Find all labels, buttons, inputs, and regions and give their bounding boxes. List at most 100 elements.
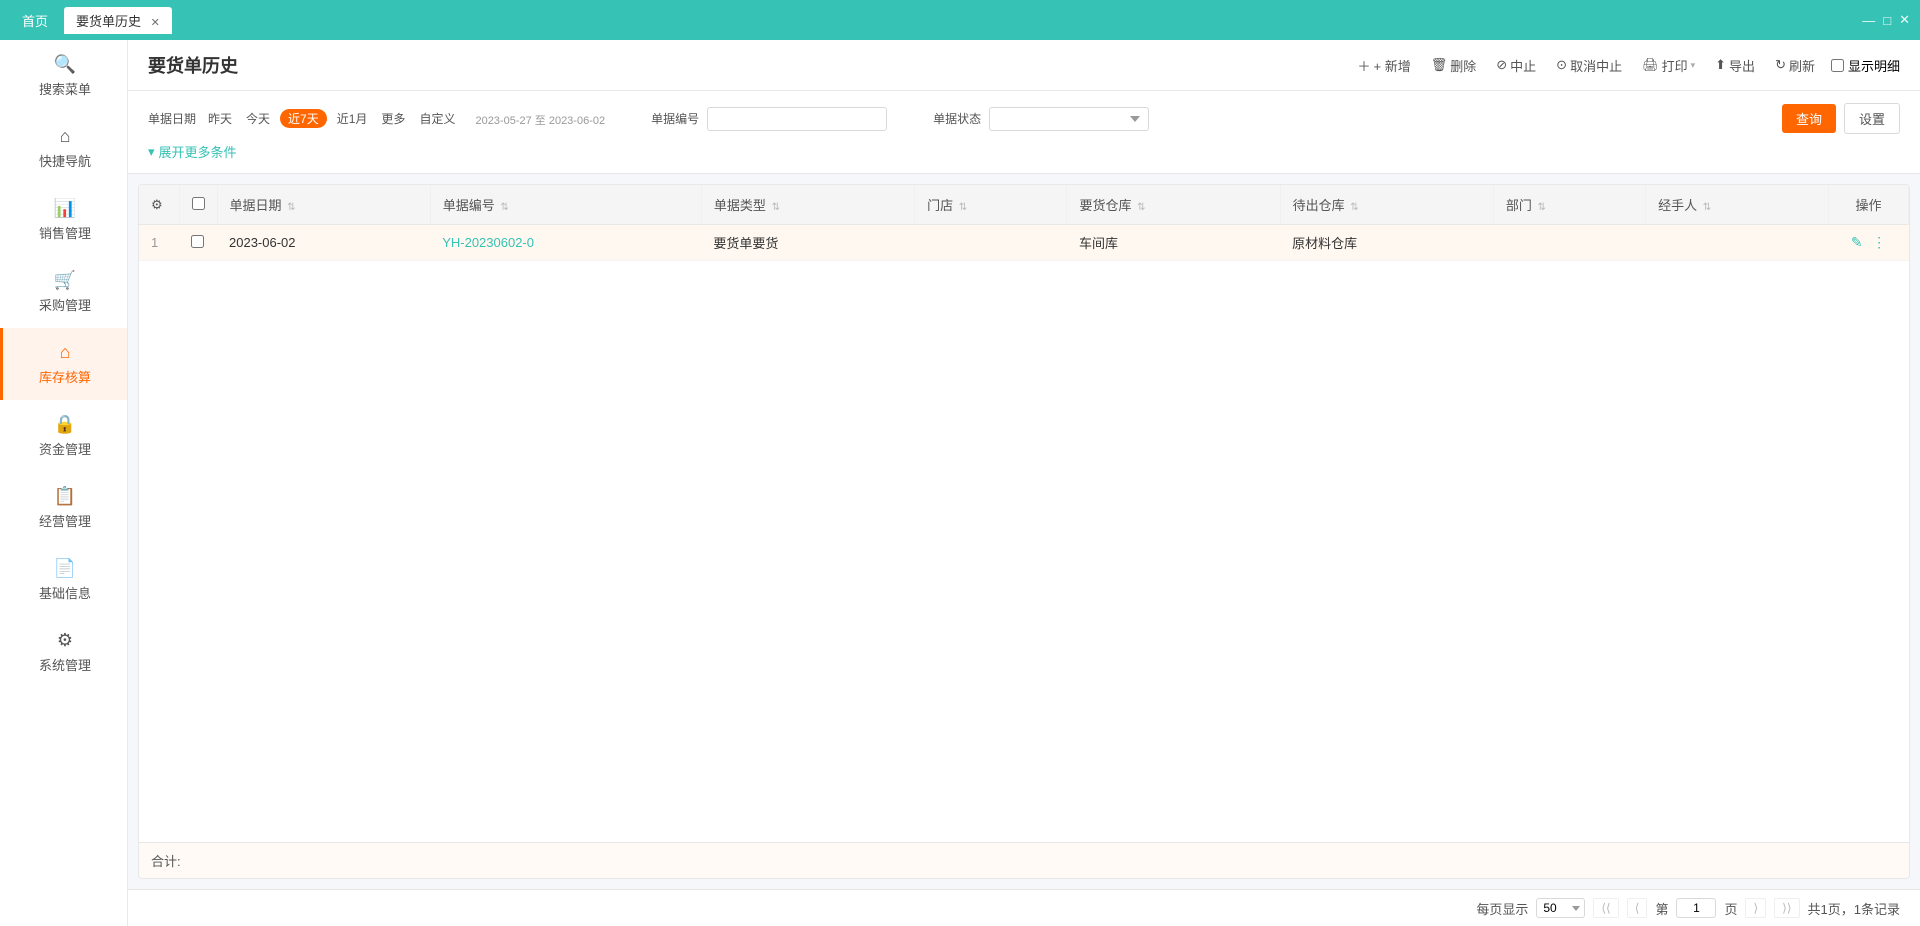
print-button[interactable]: 🖨 打印 ▾ — [1638, 54, 1699, 77]
date-btn-yesterday[interactable]: 昨天 — [204, 109, 236, 128]
status-filter-select[interactable] — [989, 107, 1149, 131]
row-docno-link[interactable]: YH-20230602-0 — [442, 235, 534, 250]
checkbox-col-header[interactable] — [179, 185, 217, 225]
sidebar-item-ops-mgmt[interactable]: 📋 经营管理 — [0, 472, 127, 544]
date-btn-more[interactable]: 更多 — [377, 109, 409, 128]
row-edit-icon[interactable]: ✎ — [1851, 234, 1863, 250]
tab-requisition-history[interactable]: 要货单历史 ✕ — [64, 7, 172, 34]
row-actions: ✎ ⋮ — [1829, 225, 1909, 261]
content-area: 要货单历史 ＋ + 新增 🗑 删除 ⊘ 中止 ⊙ 取消中止 — [128, 40, 1920, 926]
table-wrapper[interactable]: ⚙ 单据日期 ⇅ 单据编号 ⇅ — [139, 185, 1909, 842]
date-filter-btns: 昨天 今天 近7天 近1月 更多 自定义 — [204, 109, 459, 128]
date-filter-label: 单据日期 — [148, 110, 196, 127]
sidebar-item-purchase-mgmt[interactable]: 🛒 采购管理 — [0, 256, 127, 328]
table-footer: 合计: — [139, 842, 1909, 878]
status-filter-label: 单据状态 — [933, 110, 981, 127]
total-info: 共1页，1条记录 — [1808, 899, 1900, 918]
prev-page-btn[interactable]: ⟨ — [1627, 898, 1648, 918]
date-btn-today[interactable]: 今天 — [242, 109, 274, 128]
row-handler — [1646, 225, 1829, 261]
requisition-table: ⚙ 单据日期 ⇅ 单据编号 ⇅ — [139, 185, 1909, 261]
dept-sort-icon[interactable]: ⇅ — [1537, 202, 1545, 213]
store-sort-icon[interactable]: ⇅ — [959, 202, 967, 213]
last-page-btn[interactable]: ⟩⟩ — [1774, 898, 1799, 918]
pendingwarehouse-col-header[interactable]: 待出仓库 ⇅ — [1280, 185, 1493, 225]
main-layout: 🔍 搜索菜单 ⌂ 快捷导航 📊 销售管理 🛒 采购管理 ⌂ 库存核算 🔒 资金管… — [0, 40, 1920, 926]
cancel-stop-button[interactable]: ⊙ 取消中止 — [1552, 54, 1626, 77]
total-label: 合计: — [151, 851, 181, 870]
ops-mgmt-icon: 📋 — [54, 486, 76, 507]
row-more-icon[interactable]: ⋮ — [1872, 234, 1886, 250]
close-window-icon[interactable]: ✕ — [1899, 12, 1910, 28]
row-docno[interactable]: YH-20230602-0 — [430, 225, 701, 261]
close-tab-icon[interactable]: ✕ — [151, 17, 160, 29]
first-page-btn[interactable]: ⟨⟨ — [1593, 898, 1618, 918]
sidebar-item-inventory[interactable]: ⌂ 库存核算 — [0, 328, 127, 400]
chevron-down-icon: ▾ — [148, 144, 155, 160]
sidebar-item-basic-info[interactable]: 📄 基础信息 — [0, 544, 127, 616]
dept-col-header[interactable]: 部门 ⇅ — [1493, 185, 1645, 225]
delete-icon: 🗑 — [1431, 57, 1448, 73]
reqwarehouse-sort-icon[interactable]: ⇅ — [1137, 202, 1145, 213]
stop-button[interactable]: ⊘ 中止 — [1492, 54, 1540, 77]
pendingwarehouse-sort-icon[interactable]: ⇅ — [1350, 202, 1358, 213]
docno-filter-input[interactable] — [707, 107, 887, 131]
settings-button[interactable]: 设置 — [1844, 103, 1900, 134]
query-button[interactable]: 查询 — [1782, 104, 1836, 133]
header-actions: ＋ + 新增 🗑 删除 ⊘ 中止 ⊙ 取消中止 🖨 打印 — [1353, 54, 1900, 77]
doctype-col-header[interactable]: 单据类型 ⇅ — [701, 185, 914, 225]
page-number-input[interactable] — [1676, 898, 1716, 918]
handler-sort-icon[interactable]: ⇅ — [1703, 202, 1711, 213]
date-col-header[interactable]: 单据日期 ⇅ — [217, 185, 430, 225]
page-size-select[interactable]: 10 20 50 100 — [1536, 898, 1585, 918]
add-button[interactable]: ＋ + 新增 — [1353, 54, 1414, 77]
tab-home[interactable]: 首页 — [10, 7, 60, 34]
expand-more-btn[interactable]: ▾ 展开更多条件 — [148, 142, 1900, 161]
refresh-button[interactable]: ↻ 刷新 — [1771, 54, 1819, 77]
docno-col-header[interactable]: 单据编号 ⇅ — [430, 185, 701, 225]
docno-sort-icon[interactable]: ⇅ — [500, 202, 508, 213]
sidebar-item-finance-mgmt[interactable]: 🔒 资金管理 — [0, 400, 127, 472]
filter-buttons: 查询 设置 — [1782, 103, 1900, 134]
table-container: ⚙ 单据日期 ⇅ 单据编号 ⇅ — [138, 184, 1910, 879]
pagination: 每页显示 10 20 50 100 ⟨⟨ ⟨ 第 页 ⟩ ⟩⟩ 共1页，1条记录 — [128, 889, 1920, 926]
minimize-icon[interactable]: — — [1862, 13, 1875, 28]
export-button[interactable]: ⬆ 导出 — [1711, 54, 1759, 77]
refresh-icon: ↻ — [1775, 57, 1786, 73]
sidebar-item-sales-mgmt[interactable]: 📊 销售管理 — [0, 184, 127, 256]
store-col-header[interactable]: 门店 ⇅ — [915, 185, 1067, 225]
sys-mgmt-icon: ⚙ — [57, 630, 73, 651]
select-all-checkbox[interactable] — [192, 197, 205, 210]
docno-filter-field: 单据编号 — [651, 107, 887, 131]
table-settings-icon[interactable]: ⚙ — [151, 197, 163, 212]
cancel-stop-icon: ⊙ — [1556, 57, 1567, 73]
sales-mgmt-icon: 📊 — [54, 198, 76, 219]
display-detail-checkbox[interactable] — [1831, 59, 1844, 72]
page-title: 要货单历史 — [148, 52, 238, 78]
window-controls: — □ ✕ — [1862, 12, 1910, 28]
sidebar: 🔍 搜索菜单 ⌂ 快捷导航 📊 销售管理 🛒 采购管理 ⌂ 库存核算 🔒 资金管… — [0, 40, 128, 926]
date-btn-1month[interactable]: 近1月 — [333, 109, 372, 128]
row-checkbox-cell[interactable] — [179, 225, 217, 261]
filter-bar: 单据日期 昨天 今天 近7天 近1月 更多 自定义 2023-05-27 至 2… — [128, 91, 1920, 174]
docno-filter-label: 单据编号 — [651, 110, 699, 127]
finance-mgmt-icon: 🔒 — [54, 414, 76, 435]
date-btn-custom[interactable]: 自定义 — [415, 109, 459, 128]
date-btn-7days[interactable]: 近7天 — [280, 109, 327, 128]
doctype-sort-icon[interactable]: ⇅ — [772, 202, 780, 213]
table-row[interactable]: 1 2023-06-02 YH-20230602-0 要货单要货 车间库 — [139, 225, 1909, 261]
settings-col-header[interactable]: ⚙ — [139, 185, 179, 225]
row-num: 1 — [139, 225, 179, 261]
sidebar-item-search-menu[interactable]: 🔍 搜索菜单 — [0, 40, 127, 112]
reqwarehouse-col-header[interactable]: 要货仓库 ⇅ — [1067, 185, 1280, 225]
next-page-btn[interactable]: ⟩ — [1745, 898, 1766, 918]
delete-button[interactable]: 🗑 删除 — [1427, 54, 1481, 77]
maximize-icon[interactable]: □ — [1883, 13, 1891, 28]
display-detail-toggle[interactable]: 显示明细 — [1831, 56, 1900, 75]
handler-col-header[interactable]: 经手人 ⇅ — [1646, 185, 1829, 225]
row-pendingwarehouse: 原材料仓库 — [1280, 225, 1493, 261]
sidebar-item-sys-mgmt[interactable]: ⚙ 系统管理 — [0, 616, 127, 688]
date-sort-icon[interactable]: ⇅ — [287, 202, 295, 213]
row-checkbox[interactable] — [191, 235, 204, 248]
sidebar-item-quick-nav[interactable]: ⌂ 快捷导航 — [0, 112, 127, 184]
